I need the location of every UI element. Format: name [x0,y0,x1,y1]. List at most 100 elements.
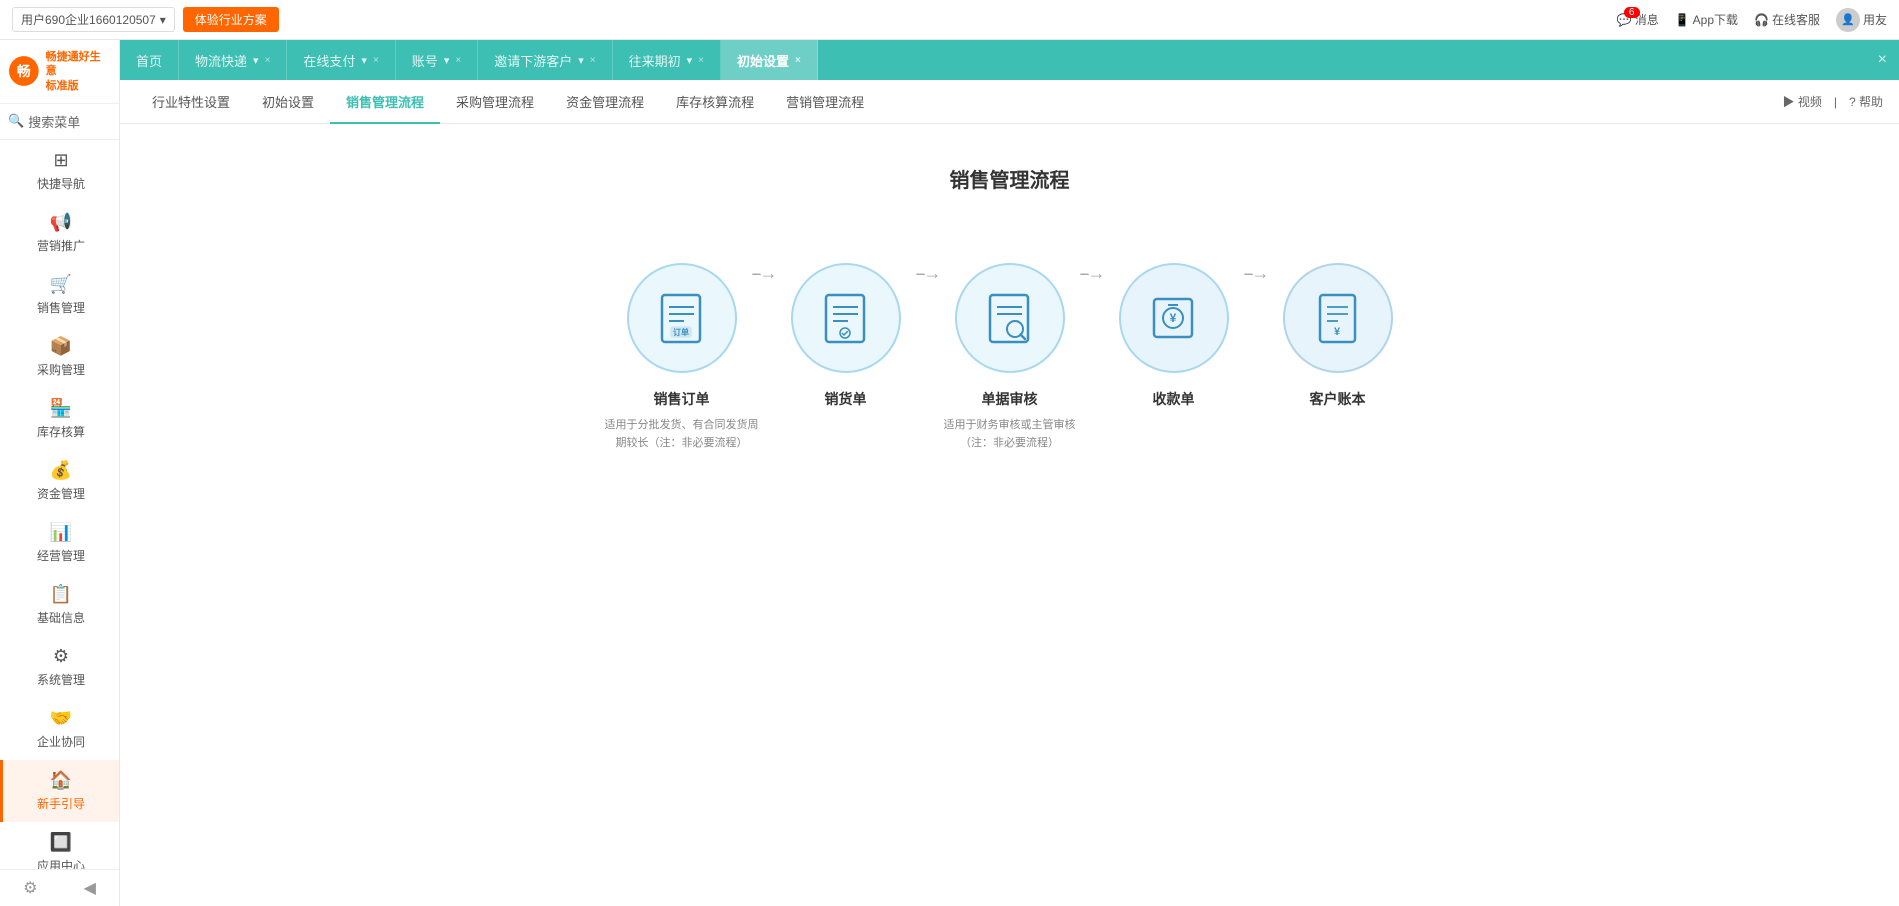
sidebar-item-new-guide[interactable]: 🏠 新手引导 [0,760,119,822]
tab-history-label: 往来期初 [629,51,681,70]
sidebar-item-app-center[interactable]: 🔲 应用中心 [0,822,119,869]
customer-ledger-icon: ¥ [1310,291,1365,346]
tab-account-close[interactable]: × [455,55,461,66]
logo-text: 畅捷通好生意 标准版 [46,50,111,93]
app-download-icon: 📱 [1675,13,1690,27]
user-name-label: 用友 [1863,11,1887,28]
top-bar-left: 用户690企业1660120507 ▾ 体验行业方案 [12,7,279,32]
sidebar-nav: ⊞ 快捷导航 📢 营销推广 🛒 销售管理 📦 采购管理 🏪 库存核算 💰 [0,140,119,869]
tab-logistics-label: 物流快递 [195,51,247,70]
headset-icon: 🎧 [1754,13,1769,27]
sidebar-item-ops-mgmt[interactable]: 📊 经营管理 [0,512,119,574]
flow-step-desc-audit: 适用于财务审核或主管审核（注：非必要流程） [930,417,1090,452]
sidebar: 畅 畅捷通好生意 标准版 🔍 搜索菜单 ⊞ 快捷导航 📢 营销推广 🛒 销售管理 [0,40,120,906]
flow-circle-audit [955,263,1065,373]
finance-mgmt-icon: 💰 [50,460,72,481]
receipt-icon: ¥ [1146,291,1201,346]
tab-init-setup[interactable]: 初始设置 × [721,40,818,80]
sidebar-item-sys-mgmt[interactable]: ⚙ 系统管理 [0,636,119,698]
sidebar-item-enterprise-coop[interactable]: 🤝 企业协同 [0,698,119,760]
tab-nav-close-btn[interactable]: × [1866,51,1899,69]
sidebar-item-label: 企业协同 [37,733,85,750]
flow-circle-sales-order: 订单 [627,263,737,373]
basic-info-icon: 📋 [50,584,72,605]
online-service-item[interactable]: 🎧 在线客服 [1754,11,1820,28]
flow-step-name-sales-order: 销售订单 [654,389,710,409]
ops-mgmt-icon: 📊 [50,522,72,543]
tab-invite-arrow: ▾ [578,54,584,67]
svg-text:订单: 订单 [673,327,689,337]
tab-invite[interactable]: 邀请下游客户 ▾ × [478,40,612,80]
sidebar-item-label: 营销推广 [37,237,85,254]
svg-text:畅: 畅 [17,63,31,79]
flow-step-name-customer-ledger: 客户账本 [1310,389,1366,409]
app-download-item[interactable]: 📱 App下载 [1675,11,1738,28]
sidebar-item-label: 快捷导航 [37,175,85,192]
sidebar-item-basic-info[interactable]: 📋 基础信息 [0,574,119,636]
tab-history-arrow: ▾ [687,54,693,67]
trial-btn[interactable]: 体验行业方案 [183,7,279,32]
search-icon: 🔍 [8,113,24,129]
sub-tab-finance-flow[interactable]: 资金管理流程 [550,80,660,124]
flow-step-name-receipt: 收款单 [1153,389,1195,409]
svg-text:¥: ¥ [1334,326,1341,338]
tab-account-arrow: ▾ [444,54,450,67]
tab-home[interactable]: 首页 [120,40,179,80]
chevron-down-icon: ▾ [160,13,166,27]
tab-account-label: 账号 [412,51,438,70]
flow-step-sales-order: 订单 销售订单 适用于分批发货、有合同发货周期较长（注：非必要流程） [602,263,762,452]
sub-tab-industry-features[interactable]: 行业特性设置 [136,80,246,124]
brand-logo-icon: 畅 [8,55,40,87]
flow-circle-customer-ledger: ¥ [1283,263,1393,373]
sidebar-item-quick-nav[interactable]: ⊞ 快捷导航 [0,140,119,202]
tab-init-setup-close[interactable]: × [795,55,801,66]
flow-step-desc-sales-order: 适用于分批发货、有合同发货周期较长（注：非必要流程） [602,417,762,452]
sub-tab-sales-flow[interactable]: 销售管理流程 [330,80,440,124]
separator: | [1834,95,1837,109]
flow-step-audit: 单据审核 适用于财务审核或主管审核（注：非必要流程） [930,263,1090,452]
tab-logistics-arrow: ▾ [253,54,259,67]
sales-mgmt-icon: 🛒 [50,274,72,295]
avatar: 👤 [1836,8,1860,32]
tab-payment-arrow: ▾ [361,54,367,67]
sidebar-bottom: ⚙ ◀ [0,869,119,906]
sidebar-item-inventory[interactable]: 🏪 库存核算 [0,388,119,450]
settings-icon[interactable]: ⚙ [23,878,37,898]
delivery-note-icon [818,291,873,346]
quick-nav-icon: ⊞ [53,150,68,171]
video-link[interactable]: ▶ 视频 [1782,93,1821,110]
tab-logistics[interactable]: 物流快递 ▾ × [179,40,287,80]
sidebar-item-label: 库存核算 [37,423,85,440]
sidebar-item-finance-mgmt[interactable]: 💰 资金管理 [0,450,119,512]
tab-logistics-close[interactable]: × [265,55,271,66]
sub-tab-init-settings[interactable]: 初始设置 [246,80,330,124]
tab-init-setup-label: 初始设置 [737,51,789,70]
help-link[interactable]: ? 帮助 [1849,93,1883,110]
sidebar-item-purchase-mgmt[interactable]: 📦 采购管理 [0,326,119,388]
sales-order-icon: 订单 [654,291,709,346]
sub-tab-marketing-flow[interactable]: 营销管理流程 [770,80,880,124]
sub-tab-inventory-flow[interactable]: 库存核算流程 [660,80,770,124]
user-profile-item[interactable]: 👤 用友 [1836,8,1887,32]
tab-history-close[interactable]: × [698,55,704,66]
tab-account[interactable]: 账号 ▾ × [396,40,478,80]
app-download-label: App下载 [1693,11,1738,28]
sidebar-item-sales-mgmt[interactable]: 🛒 销售管理 [0,264,119,326]
sidebar-item-marketing-promo[interactable]: 📢 营销推广 [0,202,119,264]
user-selector[interactable]: 用户690企业1660120507 ▾ [12,7,175,32]
sub-tab-purchase-flow[interactable]: 采购管理流程 [440,80,550,124]
audit-icon [982,291,1037,346]
top-bar-right: 💬 6 消息 📱 App下载 🎧 在线客服 👤 用友 [1617,8,1887,32]
sidebar-search[interactable]: 🔍 搜索菜单 [0,104,119,140]
tab-history[interactable]: 往来期初 ▾ × [613,40,721,80]
message-badge-wrap: 💬 6 [1617,13,1632,27]
collapse-icon[interactable]: ◀ [84,878,96,898]
tab-invite-close[interactable]: × [590,55,596,66]
flow-circle-receipt: ¥ [1119,263,1229,373]
tab-payment[interactable]: 在线支付 ▾ × [287,40,395,80]
flow-diagram: 订单 销售订单 适用于分批发货、有合同发货周期较长（注：非必要流程） --→ [140,243,1879,472]
message-item[interactable]: 💬 6 消息 [1617,11,1659,28]
marketing-promo-icon: 📢 [50,212,72,233]
svg-text:¥: ¥ [1170,311,1177,325]
tab-payment-close[interactable]: × [373,55,379,66]
